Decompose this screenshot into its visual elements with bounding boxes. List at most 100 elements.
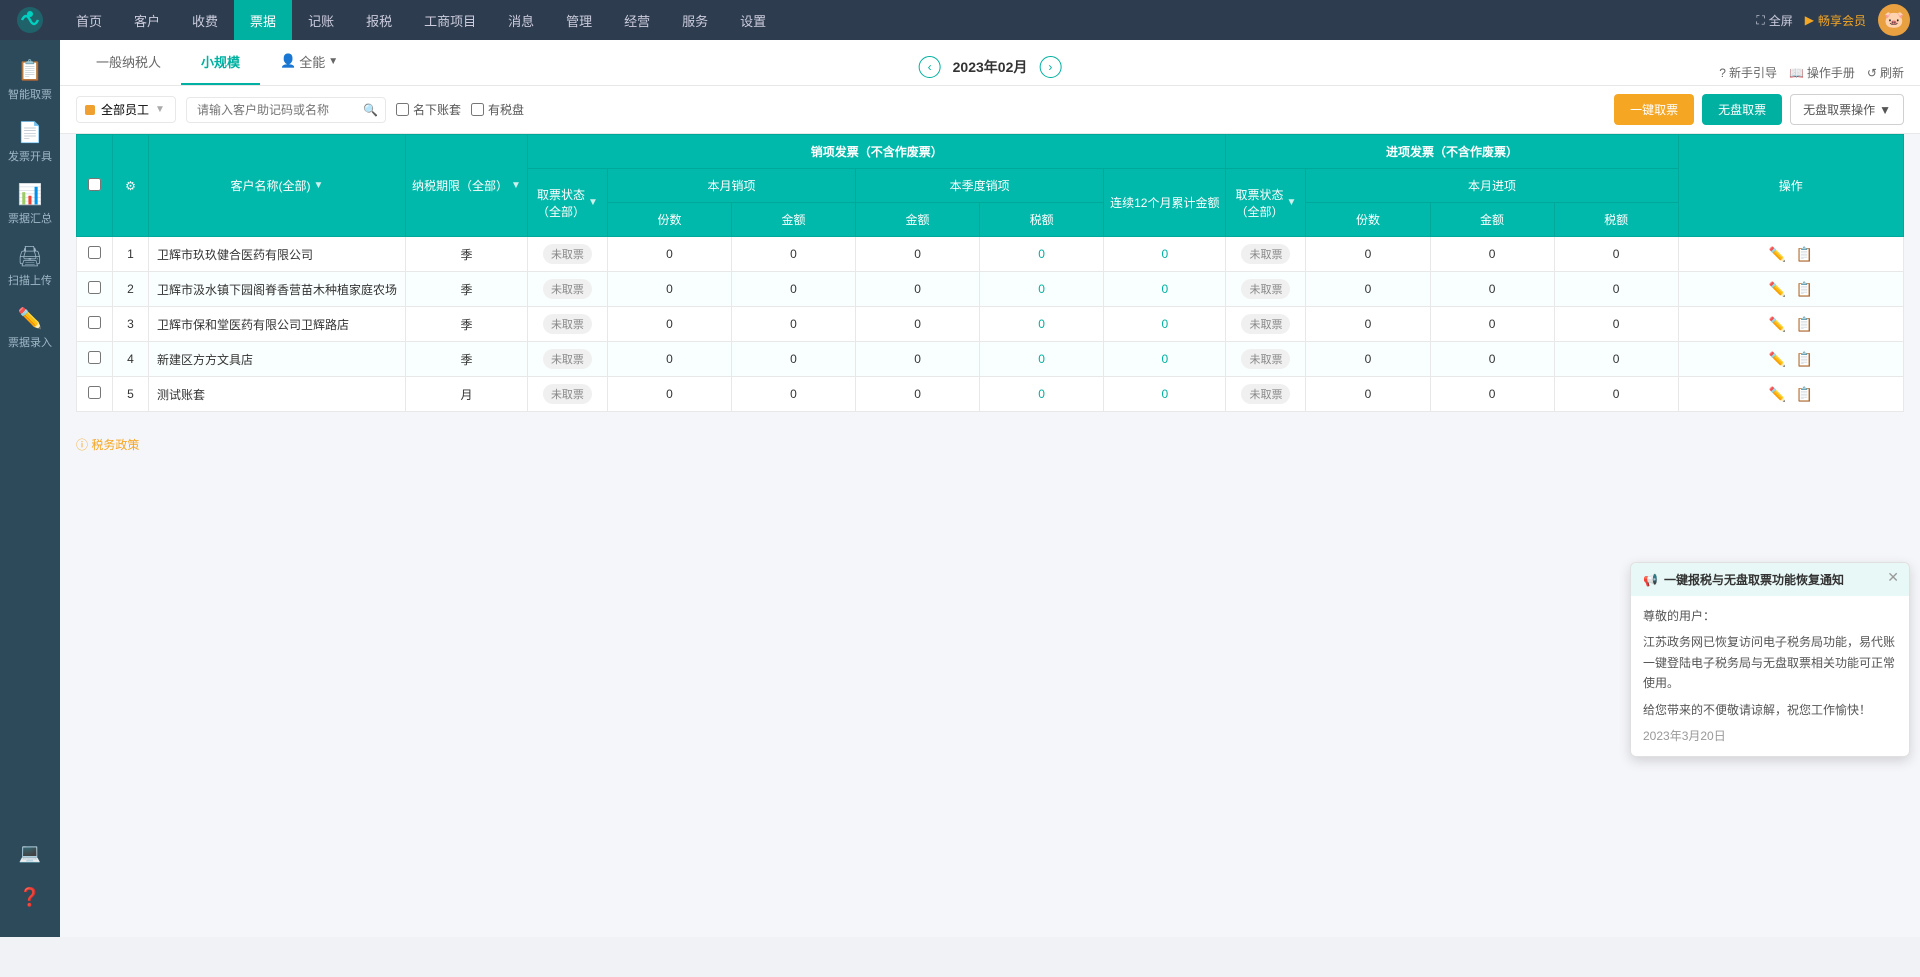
th-checkbox — [77, 135, 113, 237]
search-input[interactable] — [186, 97, 386, 123]
row-input-month-tax: 0 — [1554, 377, 1678, 412]
one-click-fetch-btn[interactable]: 一键取票 — [1614, 94, 1694, 125]
tax-policy-label: 税务政策 — [91, 438, 139, 452]
sales-quarter-tax-link[interactable]: 0 — [1038, 247, 1045, 261]
table-row: 5 测试账套 月 未取票 0 0 0 0 0 未取票 0 0 0 ✏️ 📋 — [77, 377, 1904, 412]
sidebar-help-icon[interactable]: ❓ — [10, 877, 50, 917]
row-checkbox-cell[interactable] — [77, 342, 113, 377]
top-navigation: 首页 客户 收费 票据 记账 报税 工商项目 消息 管理 经营 服务 设置 ⛶ … — [0, 0, 1920, 40]
row-index: 5 — [113, 377, 149, 412]
nav-invoice[interactable]: 票据 — [234, 0, 292, 40]
sales-annual-link[interactable]: 0 — [1161, 247, 1168, 261]
sales-quarter-tax-link[interactable]: 0 — [1038, 387, 1045, 401]
sales-annual-link[interactable]: 0 — [1161, 282, 1168, 296]
diskless-fetch-btn[interactable]: 无盘取票 — [1702, 94, 1782, 125]
row-customer: 卫辉市保和堂医药有限公司卫辉路店 — [149, 307, 406, 342]
settings-icon[interactable]: ⚙ — [125, 179, 136, 193]
sidebar-computer-icon[interactable]: 💻 — [10, 833, 50, 873]
sales-quarter-tax-link[interactable]: 0 — [1038, 317, 1045, 331]
row-detail-btn[interactable]: 📋 — [1795, 316, 1812, 332]
row-detail-btn[interactable]: 📋 — [1795, 386, 1812, 402]
nav-home[interactable]: 首页 — [60, 0, 118, 40]
row-detail-btn[interactable]: 📋 — [1795, 281, 1812, 297]
nav-business[interactable]: 工商项目 — [408, 0, 492, 40]
row-edit-btn[interactable]: ✏️ — [1769, 316, 1786, 332]
row-sales-quarter-amount: 0 — [856, 377, 980, 412]
row-edit-btn[interactable]: ✏️ — [1769, 386, 1786, 402]
refresh-link[interactable]: ↺ 刷新 — [1867, 64, 1904, 81]
sidebar-item-invoice-entry[interactable]: ✏️ 票据录入 — [2, 298, 58, 358]
tab-small-scale[interactable]: 小规模 — [181, 39, 260, 85]
row-edit-btn[interactable]: ✏️ — [1769, 246, 1786, 262]
th-input-fetch-status: 取票状态（全部） ▼ — [1226, 169, 1306, 237]
row-checkbox[interactable] — [88, 386, 101, 399]
diskless-operations-btn[interactable]: 无盘取票操作 ▼ — [1790, 94, 1904, 125]
tax-period-filter-icon[interactable]: ▼ — [511, 180, 521, 191]
has-tax-disk-checkbox[interactable] — [471, 103, 484, 116]
row-edit-btn[interactable]: ✏️ — [1769, 351, 1786, 367]
nav-message[interactable]: 消息 — [492, 0, 550, 40]
sales-quarter-tax-link[interactable]: 0 — [1038, 282, 1045, 296]
row-detail-btn[interactable]: 📋 — [1795, 351, 1812, 367]
sales-annual-link[interactable]: 0 — [1161, 352, 1168, 366]
nav-tax[interactable]: 报税 — [350, 0, 408, 40]
row-checkbox[interactable] — [88, 351, 101, 364]
employee-selector[interactable]: 全部员工 ▼ — [76, 96, 176, 123]
select-all-checkbox[interactable] — [88, 178, 101, 191]
footer-tax-policy[interactable]: ⓘ 税务政策 — [60, 428, 1920, 461]
sales-annual-link[interactable]: 0 — [1161, 317, 1168, 331]
row-sales-quarter-tax: 0 — [980, 342, 1104, 377]
input-fetch-status-label: 取票状态（全部） — [1236, 186, 1284, 220]
row-checkbox[interactable] — [88, 246, 101, 259]
nav-settings[interactable]: 设置 — [724, 0, 782, 40]
sidebar-item-smart-fetch[interactable]: 📋 智能取票 — [2, 50, 58, 110]
notification-close-btn[interactable]: ✕ — [1887, 569, 1899, 586]
row-sales-month-amount: 0 — [731, 237, 855, 272]
my-accounts-checkbox-label[interactable]: 名下账套 — [396, 101, 461, 118]
actions-header-label: 操作 — [1779, 179, 1803, 193]
row-edit-btn[interactable]: ✏️ — [1769, 281, 1786, 297]
prev-month-btn[interactable]: ‹ — [919, 56, 941, 78]
th-input-group: 进项发票（不含作废票） — [1226, 135, 1678, 169]
has-tax-disk-checkbox-label[interactable]: 有税盘 — [471, 101, 524, 118]
row-detail-btn[interactable]: 📋 — [1795, 246, 1812, 262]
row-checkbox-cell[interactable] — [77, 272, 113, 307]
sidebar-item-scan-upload[interactable]: 🖨 扫描上传 — [2, 236, 58, 296]
my-accounts-checkbox[interactable] — [396, 103, 409, 116]
row-checkbox[interactable] — [88, 281, 101, 294]
fullscreen-btn[interactable]: ⛶ 全屏 — [1756, 12, 1792, 29]
manual-link[interactable]: 📖 操作手册 — [1789, 64, 1855, 81]
row-checkbox-cell[interactable] — [77, 307, 113, 342]
search-icon[interactable]: 🔍 — [363, 103, 378, 117]
nav-fee[interactable]: 收费 — [176, 0, 234, 40]
row-checkbox-cell[interactable] — [77, 237, 113, 272]
row-checkbox-cell[interactable] — [77, 377, 113, 412]
sales-fetch-filter-icon[interactable]: ▼ — [588, 197, 598, 208]
nav-customer[interactable]: 客户 — [118, 0, 176, 40]
row-sales-quarter-tax: 0 — [980, 377, 1104, 412]
row-sales-quarter-tax: 0 — [980, 237, 1104, 272]
employee-dropdown-icon: ▼ — [155, 104, 165, 115]
sales-quarter-amount-label: 金额 — [906, 213, 930, 227]
user-avatar[interactable]: 🐷 — [1878, 4, 1910, 36]
row-sales-annual-amount: 0 — [1104, 377, 1226, 412]
th-sales-quarterly: 本季度销项 — [856, 169, 1104, 203]
nav-service[interactable]: 服务 — [666, 0, 724, 40]
tab-all-capable[interactable]: 👤 全能 ▼ — [260, 39, 358, 85]
tab-general-taxpayer[interactable]: 一般纳税人 — [76, 39, 181, 85]
nav-operation[interactable]: 经营 — [608, 0, 666, 40]
guide-link[interactable]: ? 新手引导 — [1719, 64, 1777, 81]
nav-management[interactable]: 管理 — [550, 0, 608, 40]
sidebar-item-invoice-summary[interactable]: 📊 票据汇总 — [2, 174, 58, 234]
th-sales-monthly: 本月销项 — [607, 169, 855, 203]
row-checkbox[interactable] — [88, 316, 101, 329]
sales-quarter-tax-link[interactable]: 0 — [1038, 352, 1045, 366]
vip-btn[interactable]: ▶ 畅享会员 — [1805, 12, 1866, 29]
row-input-month-copies: 0 — [1306, 342, 1430, 377]
input-fetch-filter-icon[interactable]: ▼ — [1287, 197, 1297, 208]
nav-bookkeeping[interactable]: 记账 — [292, 0, 350, 40]
next-month-btn[interactable]: › — [1039, 56, 1061, 78]
sidebar-item-invoice-issue[interactable]: 📄 发票开具 — [2, 112, 58, 172]
customer-filter-icon[interactable]: ▼ — [314, 180, 324, 191]
sales-annual-link[interactable]: 0 — [1161, 387, 1168, 401]
